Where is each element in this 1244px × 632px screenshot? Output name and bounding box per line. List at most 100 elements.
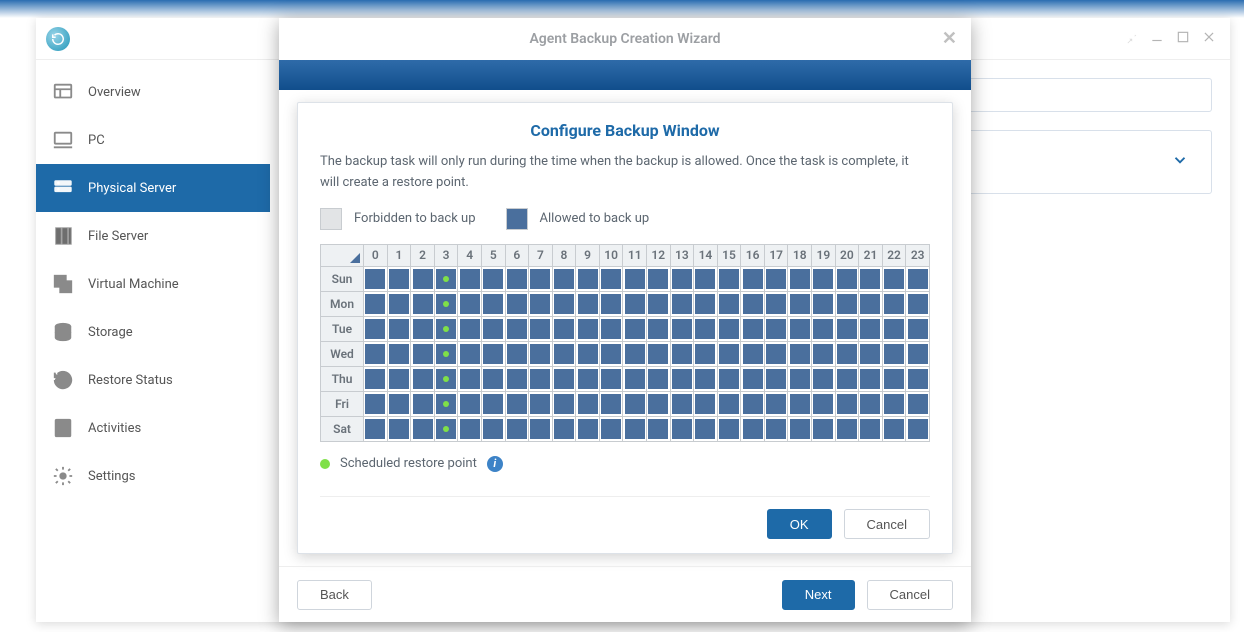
grid-cell[interactable] [411, 266, 435, 291]
grid-cell[interactable] [647, 316, 671, 341]
grid-cell[interactable] [835, 341, 859, 366]
next-button[interactable]: Next [782, 580, 855, 610]
grid-day-header[interactable]: Mon [321, 291, 364, 316]
grid-cell[interactable] [623, 416, 647, 441]
grid-cell[interactable] [812, 341, 836, 366]
grid-cell[interactable] [835, 291, 859, 316]
grid-cell[interactable] [694, 391, 718, 416]
grid-hour-header[interactable]: 2 [411, 244, 435, 266]
grid-cell[interactable] [694, 291, 718, 316]
grid-cell[interactable] [882, 391, 906, 416]
sidebar-item-overview[interactable]: Overview [36, 68, 270, 116]
grid-cell[interactable] [387, 291, 411, 316]
grid-cell[interactable] [882, 266, 906, 291]
grid-cell[interactable] [623, 266, 647, 291]
grid-cell[interactable] [481, 291, 505, 316]
grid-cell[interactable] [505, 316, 529, 341]
grid-cell[interactable] [481, 316, 505, 341]
grid-hour-header[interactable]: 19 [812, 244, 836, 266]
grid-cell[interactable] [717, 266, 741, 291]
grid-hour-header[interactable]: 9 [576, 244, 600, 266]
grid-cell[interactable] [552, 316, 576, 341]
grid-cell[interactable] [458, 316, 482, 341]
grid-cell[interactable] [859, 266, 883, 291]
grid-day-header[interactable]: Fri [321, 391, 364, 416]
grid-cell[interactable] [741, 266, 765, 291]
grid-cell[interactable] [458, 291, 482, 316]
grid-cell[interactable] [599, 366, 623, 391]
grid-cell[interactable] [647, 266, 671, 291]
sidebar-item-storage[interactable]: Storage [36, 308, 270, 356]
grid-cell[interactable] [647, 341, 671, 366]
grid-cell[interactable] [599, 316, 623, 341]
grid-cell[interactable] [647, 391, 671, 416]
grid-cell[interactable] [906, 366, 930, 391]
grid-cell[interactable] [552, 391, 576, 416]
back-button[interactable]: Back [297, 580, 372, 610]
grid-hour-header[interactable]: 0 [364, 244, 388, 266]
grid-cell[interactable] [788, 341, 812, 366]
grid-cell[interactable] [859, 291, 883, 316]
grid-cell[interactable] [670, 366, 694, 391]
grid-hour-header[interactable]: 11 [623, 244, 647, 266]
grid-cell[interactable] [529, 291, 553, 316]
grid-cell[interactable] [764, 416, 788, 441]
grid-cell[interactable] [599, 391, 623, 416]
sidebar-item-file-server[interactable]: File Server [36, 212, 270, 260]
grid-cell[interactable] [788, 291, 812, 316]
grid-cell[interactable] [411, 291, 435, 316]
grid-cell[interactable] [670, 291, 694, 316]
grid-cell[interactable] [717, 366, 741, 391]
grid-cell[interactable] [529, 416, 553, 441]
info-icon[interactable]: i [487, 456, 503, 472]
grid-hour-header[interactable]: 15 [717, 244, 741, 266]
grid-cell[interactable] [411, 416, 435, 441]
grid-hour-header[interactable]: 6 [505, 244, 529, 266]
grid-cell[interactable] [812, 391, 836, 416]
wizard-cancel-button[interactable]: Cancel [867, 580, 953, 610]
grid-cell[interactable] [434, 266, 458, 291]
grid-cell[interactable] [859, 416, 883, 441]
grid-cell[interactable] [647, 416, 671, 441]
grid-cell[interactable] [505, 366, 529, 391]
grid-cell[interactable] [552, 266, 576, 291]
sidebar-item-restore-status[interactable]: Restore Status [36, 356, 270, 404]
grid-cell[interactable] [694, 341, 718, 366]
grid-cell[interactable] [529, 316, 553, 341]
grid-cell[interactable] [694, 266, 718, 291]
grid-hour-header[interactable]: 16 [741, 244, 765, 266]
grid-hour-header[interactable]: 17 [764, 244, 788, 266]
sidebar-item-virtual-machine[interactable]: Virtual Machine [36, 260, 270, 308]
grid-day-header[interactable]: Tue [321, 316, 364, 341]
grid-cell[interactable] [529, 341, 553, 366]
sidebar-item-pc[interactable]: PC [36, 116, 270, 164]
grid-cell[interactable] [623, 291, 647, 316]
grid-cell[interactable] [481, 391, 505, 416]
grid-cell[interactable] [576, 266, 600, 291]
grid-cell[interactable] [364, 416, 388, 441]
dialog-cancel-button[interactable]: Cancel [844, 509, 930, 539]
grid-cell[interactable] [576, 391, 600, 416]
grid-cell[interactable] [481, 341, 505, 366]
grid-cell[interactable] [576, 416, 600, 441]
grid-cell[interactable] [576, 366, 600, 391]
grid-cell[interactable] [670, 341, 694, 366]
grid-hour-header[interactable]: 21 [859, 244, 883, 266]
grid-cell[interactable] [599, 416, 623, 441]
grid-cell[interactable] [576, 291, 600, 316]
grid-cell[interactable] [741, 416, 765, 441]
grid-cell[interactable] [741, 366, 765, 391]
grid-cell[interactable] [505, 416, 529, 441]
grid-day-header[interactable]: Wed [321, 341, 364, 366]
grid-cell[interactable] [552, 366, 576, 391]
grid-hour-header[interactable]: 23 [906, 244, 930, 266]
grid-cell[interactable] [764, 266, 788, 291]
grid-cell[interactable] [387, 316, 411, 341]
grid-cell[interactable] [505, 266, 529, 291]
grid-cell[interactable] [387, 266, 411, 291]
grid-cell[interactable] [906, 391, 930, 416]
grid-hour-header[interactable]: 14 [694, 244, 718, 266]
grid-cell[interactable] [694, 416, 718, 441]
grid-cell[interactable] [576, 341, 600, 366]
grid-hour-header[interactable]: 7 [529, 244, 553, 266]
